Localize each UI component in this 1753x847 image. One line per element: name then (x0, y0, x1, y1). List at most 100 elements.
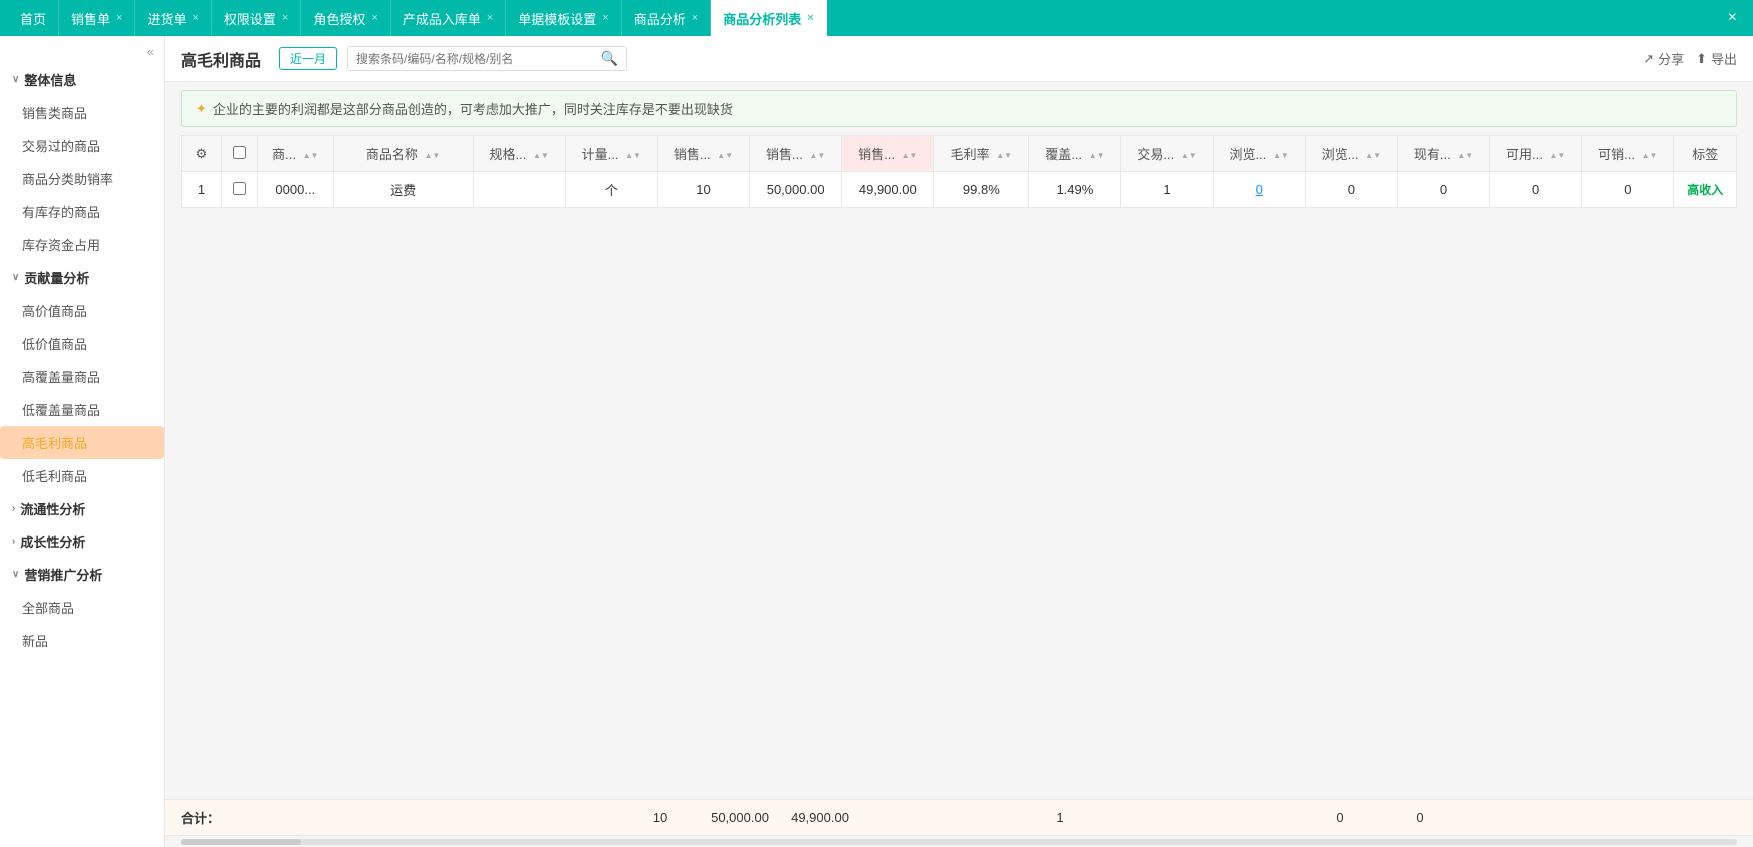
close-all-tabs-button[interactable]: × (1720, 9, 1745, 27)
search-icon[interactable]: 🔍 (601, 50, 618, 67)
sort-icon-spec: ▲▼ (533, 151, 549, 160)
nav-close-purchase-order[interactable]: × (192, 12, 198, 24)
search-input[interactable] (356, 52, 601, 66)
info-bar: ✦ 企业的主要的利润都是这部分商品创造的，可考虑加大推广，同时关注库存是不要出现… (181, 90, 1737, 127)
sort-icon-name: ▲▼ (424, 151, 440, 160)
summary-sales-qty: 10 (620, 810, 700, 825)
col-name[interactable]: 商品名称 ▲▼ (333, 136, 473, 172)
tag-high-income-badge: 高收入 (1687, 183, 1723, 197)
nav-close-role-auth[interactable]: × (371, 12, 377, 24)
chevron-down-icon-3: ∨ (12, 569, 19, 580)
nav-template-settings[interactable]: 单据模板设置 × (506, 0, 621, 36)
share-icon: ↗ (1643, 51, 1654, 67)
col-spec[interactable]: 规格... ▲▼ (473, 136, 565, 172)
col-tag[interactable]: 标签 (1674, 136, 1737, 172)
sort-icon-view2: ▲▼ (1365, 151, 1381, 160)
sidebar-collapse-button[interactable]: « (0, 36, 164, 63)
sidebar-item-low-margin[interactable]: 低毛利商品 (0, 459, 164, 492)
scrollbar-thumb[interactable] (181, 839, 301, 845)
col-coverage[interactable]: 覆盖... ▲▼ (1029, 136, 1121, 172)
sidebar-item-low-value[interactable]: 低价值商品 (0, 327, 164, 360)
footer-summary: 合计： 10 50,000.00 49,900.00 1 0 0 (165, 799, 1753, 835)
nav-close-template[interactable]: × (602, 12, 608, 24)
cell-view2: 0 (1305, 172, 1397, 208)
cell-tag: 高收入 (1674, 172, 1737, 208)
sidebar-group-growth[interactable]: › 成长性分析 (0, 525, 164, 558)
sidebar-item-all-goods[interactable]: 全部商品 (0, 591, 164, 624)
nav-sales-order[interactable]: 销售单 × (59, 0, 135, 36)
content-header: 高毛利商品 近一月 🔍 ↗ 分享 ⬆ 导出 (165, 36, 1753, 82)
cell-trade: 1 (1121, 172, 1213, 208)
col-code[interactable]: 商... ▲▼ (258, 136, 334, 172)
sidebar: « ∨ 整体信息 销售类商品 交易过的商品 商品分类助销率 有库存的商品 库存资… (0, 36, 165, 847)
sidebar-item-new-goods[interactable]: 新品 (0, 624, 164, 657)
row-checkbox[interactable] (233, 182, 246, 195)
col-checkbox[interactable] (222, 136, 258, 172)
sidebar-item-high-coverage[interactable]: 高覆盖量商品 (0, 360, 164, 393)
sidebar-item-stock-fund-occupation[interactable]: 库存资金占用 (0, 228, 164, 261)
col-unit[interactable]: 计量... ▲▼ (565, 136, 657, 172)
nav-close-product-analysis[interactable]: × (692, 12, 698, 24)
product-analysis-table: ⚙ 商... ▲▼ 商品名称 ▲▼ (181, 135, 1737, 208)
col-sales-qty[interactable]: 销售... ▲▼ (657, 136, 749, 172)
nav-close-sales-order[interactable]: × (116, 12, 122, 24)
col-current-stock[interactable]: 现有... ▲▼ (1397, 136, 1489, 172)
col-available[interactable]: 可用... ▲▼ (1490, 136, 1582, 172)
bottom-scrollbar[interactable] (165, 835, 1753, 847)
sidebar-item-in-stock-goods[interactable]: 有库存的商品 (0, 195, 164, 228)
nav-product-analysis[interactable]: 商品分析 × (622, 0, 711, 36)
summary-available: 0 (1380, 810, 1460, 825)
summary-cells: 10 50,000.00 49,900.00 1 0 0 (240, 810, 1737, 825)
nav-product-inbound[interactable]: 产成品入库单 × (391, 0, 506, 36)
nav-home[interactable]: 首页 (8, 0, 59, 36)
table-header-row: ⚙ 商... ▲▼ 商品名称 ▲▼ (182, 136, 1737, 172)
header-actions: ↗ 分享 ⬆ 导出 (1643, 49, 1737, 68)
select-all-checkbox[interactable] (233, 146, 246, 159)
nav-permission-settings[interactable]: 权限设置 × (212, 0, 301, 36)
cell-checkbox[interactable] (222, 172, 258, 208)
sidebar-group-marketing[interactable]: ∨ 营销推广分析 (0, 558, 164, 591)
summary-trade: 1 (1020, 810, 1100, 825)
sidebar-item-sales-goods[interactable]: 销售类商品 (0, 96, 164, 129)
period-filter-button[interactable]: 近一月 (279, 47, 337, 70)
sort-icon-sales-qty: ▲▼ (717, 151, 733, 160)
table-container[interactable]: ⚙ 商... ▲▼ 商品名称 ▲▼ (165, 135, 1753, 799)
nav-close-permission[interactable]: × (282, 12, 288, 24)
cell-view1[interactable]: 0 (1213, 172, 1305, 208)
page-title: 高毛利商品 (181, 47, 261, 71)
col-gross-margin[interactable]: 毛利率 ▲▼ (934, 136, 1029, 172)
chevron-down-icon-2: ∨ (12, 272, 19, 283)
sidebar-group-contribution[interactable]: ∨ 贡献量分析 (0, 261, 164, 294)
col-saleable[interactable]: 可销... ▲▼ (1582, 136, 1674, 172)
cell-coverage: 1.49% (1029, 172, 1121, 208)
sort-icon-trade: ▲▼ (1181, 151, 1197, 160)
summary-current-stock: 0 (1300, 810, 1380, 825)
cell-gross-margin: 99.8% (934, 172, 1029, 208)
nav-close-product-analysis-list[interactable]: × (807, 12, 813, 24)
sidebar-item-category-sales-rate[interactable]: 商品分类助销率 (0, 162, 164, 195)
sidebar-item-high-margin[interactable]: 高毛利商品 (0, 426, 164, 459)
share-button[interactable]: ↗ 分享 (1643, 49, 1684, 68)
sidebar-item-traded-goods[interactable]: 交易过的商品 (0, 129, 164, 162)
cell-spec (473, 172, 565, 208)
sort-icon-coverage: ▲▼ (1089, 151, 1105, 160)
col-view2[interactable]: 浏览... ▲▼ (1305, 136, 1397, 172)
summary-label: 合计： (181, 808, 220, 827)
export-button[interactable]: ⬆ 导出 (1696, 49, 1737, 68)
nav-product-analysis-list[interactable]: 商品分析列表 × (711, 0, 826, 36)
scrollbar-track (181, 839, 1737, 845)
col-trade[interactable]: 交易... ▲▼ (1121, 136, 1213, 172)
sort-icon-unit: ▲▼ (625, 151, 641, 160)
nav-purchase-order[interactable]: 进货单 × (135, 0, 211, 36)
nav-role-auth[interactable]: 角色授权 × (301, 0, 390, 36)
sidebar-item-high-value[interactable]: 高价值商品 (0, 294, 164, 327)
col-view1[interactable]: 浏览... ▲▼ (1213, 136, 1305, 172)
col-settings[interactable]: ⚙ (182, 136, 222, 172)
col-sales-profit[interactable]: 销售... ▲▼ (842, 136, 934, 172)
sidebar-item-low-coverage[interactable]: 低覆盖量商品 (0, 393, 164, 426)
sort-icon-sales-profit: ▲▼ (902, 151, 918, 160)
sidebar-group-liquidity[interactable]: › 流通性分析 (0, 492, 164, 525)
col-sales-amount[interactable]: 销售... ▲▼ (750, 136, 842, 172)
sidebar-group-overall[interactable]: ∨ 整体信息 (0, 63, 164, 96)
nav-close-product-inbound[interactable]: × (487, 12, 493, 24)
